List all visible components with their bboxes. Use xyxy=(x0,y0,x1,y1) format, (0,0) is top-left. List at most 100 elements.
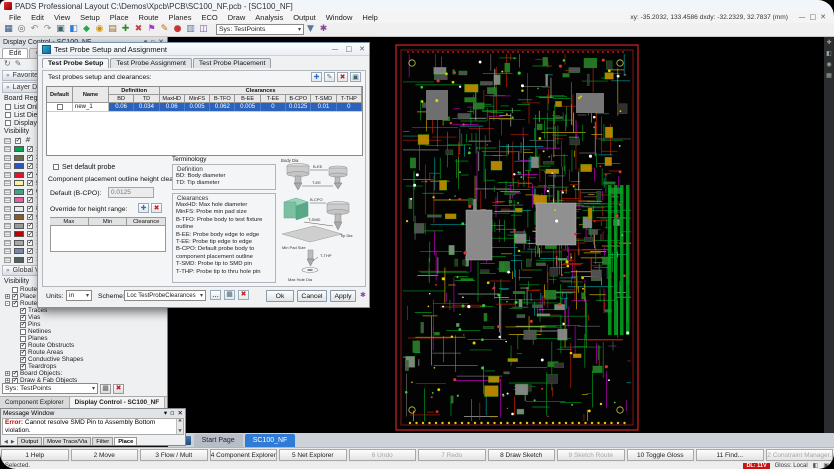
document-tab[interactable]: SC100_NF xyxy=(244,434,296,447)
layer-color-swatch[interactable] xyxy=(14,214,24,221)
gloss-toggle-icon[interactable]: ◧ xyxy=(813,462,819,469)
probe-value-cell[interactable]: 0.0125 xyxy=(286,103,312,111)
probe-value-cell[interactable]: 0.005 xyxy=(235,103,261,111)
zoom-icon[interactable]: ◫ xyxy=(197,24,210,36)
menu-item[interactable]: Help xyxy=(357,13,382,22)
options-icon[interactable]: ▼ xyxy=(304,24,317,36)
layer-color-swatch[interactable] xyxy=(14,197,24,204)
mdi-close-icon[interactable]: ✕ xyxy=(820,13,826,21)
layer-color-swatch[interactable] xyxy=(14,188,24,195)
dialog-title-bar[interactable]: Test Probe Setup and Assignment — □ ✕ xyxy=(38,43,369,56)
layer-visibility-checkbox[interactable] xyxy=(27,196,33,204)
scheme-combo[interactable]: Loc TestProbeClearances ▾ xyxy=(124,290,206,301)
zoom-in-icon[interactable]: ✚ xyxy=(826,40,831,46)
panel-bottom-tab[interactable]: Display Control - SC100_NF xyxy=(69,397,166,408)
probe-value-cell[interactable]: 0.06 xyxy=(109,103,135,111)
redo-icon[interactable]: ↷ xyxy=(41,24,54,36)
layer-visibility-checkbox[interactable] xyxy=(27,162,33,170)
menu-item[interactable]: Route xyxy=(134,13,164,22)
layer-visibility-checkbox[interactable] xyxy=(27,230,33,238)
layer-color-swatch[interactable] xyxy=(14,256,24,263)
layer-color-swatch[interactable] xyxy=(14,146,24,153)
mdi-restore-icon[interactable]: □ xyxy=(810,13,817,21)
set-default-probe-row[interactable]: Set default probe xyxy=(48,163,115,171)
function-key-button[interactable]: 2 Move xyxy=(70,449,138,461)
message-tab[interactable]: Output xyxy=(16,437,43,445)
dialog-tab[interactable]: Test Probe Setup xyxy=(42,58,110,68)
probe-value-cell[interactable]: 0.062 xyxy=(210,103,236,111)
copy-probe-icon[interactable]: ▣ xyxy=(350,72,361,82)
checkbox[interactable] xyxy=(5,112,11,118)
refresh-icon[interactable]: ↻ xyxy=(4,60,11,68)
dialog-maximize-icon[interactable]: □ xyxy=(346,45,353,53)
tree-checkbox[interactable] xyxy=(20,349,26,356)
ok-button[interactable]: Ok xyxy=(266,290,294,302)
delete-icon[interactable]: ✖ xyxy=(132,24,145,36)
layer-color-swatch[interactable] xyxy=(14,154,24,161)
flag-icon[interactable]: ⚑ xyxy=(145,24,158,36)
function-key-button[interactable]: 12 Constraint Manager... xyxy=(765,449,833,461)
function-key-button[interactable]: 11 Find... xyxy=(696,449,764,461)
tree-item[interactable]: Route Areas xyxy=(0,349,167,356)
tree-item[interactable]: Vias xyxy=(0,314,167,321)
save-scheme-icon[interactable]: ▦ xyxy=(100,383,111,394)
layer-visibility-checkbox[interactable] xyxy=(27,153,33,161)
dialog-close-icon[interactable]: ✕ xyxy=(359,45,365,53)
probe-value-cell[interactable]: 0.06 xyxy=(160,103,185,111)
set-default-probe-checkbox[interactable] xyxy=(53,164,59,170)
probe-value-cell[interactable]: 0.005 xyxy=(185,103,211,111)
save-scheme-icon[interactable]: ▦ xyxy=(224,289,235,300)
checkbox[interactable] xyxy=(5,120,11,126)
menu-item[interactable]: View xyxy=(49,13,75,22)
add-icon[interactable]: ✚ xyxy=(119,24,132,36)
delete-probe-icon[interactable]: ✖ xyxy=(337,72,348,82)
layer-color-swatch[interactable] xyxy=(14,180,24,187)
function-key-button[interactable]: 9 Sketch Route xyxy=(557,449,625,461)
tree-checkbox[interactable] xyxy=(20,321,26,328)
cancel-button[interactable]: Cancel xyxy=(297,290,327,302)
help-icon[interactable]: ✱ xyxy=(360,292,366,299)
delete-override-icon[interactable]: ✖ xyxy=(151,203,162,213)
pin-icon[interactable]: ▫ xyxy=(170,410,174,417)
message-tab[interactable]: Place xyxy=(114,437,138,445)
function-key-button[interactable]: 6 Undo xyxy=(348,449,416,461)
menu-item[interactable]: Edit xyxy=(26,13,49,22)
document-tab[interactable]: Start Page xyxy=(193,434,243,447)
edit-probe-icon[interactable]: ✎ xyxy=(324,72,335,82)
pan-icon[interactable]: ◉ xyxy=(826,62,831,68)
function-key-button[interactable]: 3 Flow / Mult xyxy=(140,449,208,461)
save-icon[interactable]: ▦ xyxy=(2,24,15,36)
mdi-minimize-icon[interactable]: — xyxy=(799,13,806,21)
menu-item[interactable]: Draw xyxy=(223,13,251,22)
tree-item[interactable]: Pins xyxy=(0,321,167,328)
layer-visibility-checkbox[interactable] xyxy=(27,179,33,187)
menu-item[interactable]: Window xyxy=(321,13,358,22)
layer-color-swatch[interactable] xyxy=(14,222,24,229)
find-icon[interactable]: ◎ xyxy=(15,24,28,36)
route-icon[interactable]: ◆ xyxy=(80,24,93,36)
layer-visibility-checkbox[interactable] xyxy=(27,247,33,255)
layers-icon[interactable]: ▦ xyxy=(826,73,832,79)
tree-item[interactable]: Conductive Shapes xyxy=(0,356,167,363)
tab-scroll-left-icon[interactable]: ◀ xyxy=(3,440,9,445)
tree-checkbox[interactable] xyxy=(20,342,26,349)
checkbox[interactable] xyxy=(5,104,11,110)
probe-table-row[interactable]: new_1 0.06 0.034 0.06 0.005 0.062 0.005 0 0.012… xyxy=(47,103,362,112)
probe-value-cell[interactable]: 0 xyxy=(261,103,287,111)
panel-scheme-combo[interactable]: Sys: TestPoints ▾ xyxy=(2,383,98,394)
check-all-checkbox[interactable] xyxy=(15,136,21,144)
function-key-button[interactable]: 4 Component Explorer xyxy=(209,449,277,461)
menu-item[interactable]: Output xyxy=(288,13,321,22)
copy-icon[interactable]: ▣ xyxy=(54,24,67,36)
layer-color-swatch[interactable] xyxy=(14,171,24,178)
layer-color-swatch[interactable] xyxy=(14,163,24,170)
layer-visibility-checkbox[interactable] xyxy=(27,238,33,246)
dialog-minimize-icon[interactable]: — xyxy=(332,45,339,53)
apply-button[interactable]: Apply xyxy=(330,290,356,302)
add-override-icon[interactable]: ✚ xyxy=(138,203,149,213)
tree-checkbox[interactable] xyxy=(20,335,26,342)
function-key-button[interactable]: 7 Redo xyxy=(418,449,486,461)
menu-item[interactable]: Setup xyxy=(75,13,105,22)
probe-name-cell[interactable]: new_1 xyxy=(73,103,109,111)
tree-checkbox[interactable] xyxy=(12,370,18,377)
